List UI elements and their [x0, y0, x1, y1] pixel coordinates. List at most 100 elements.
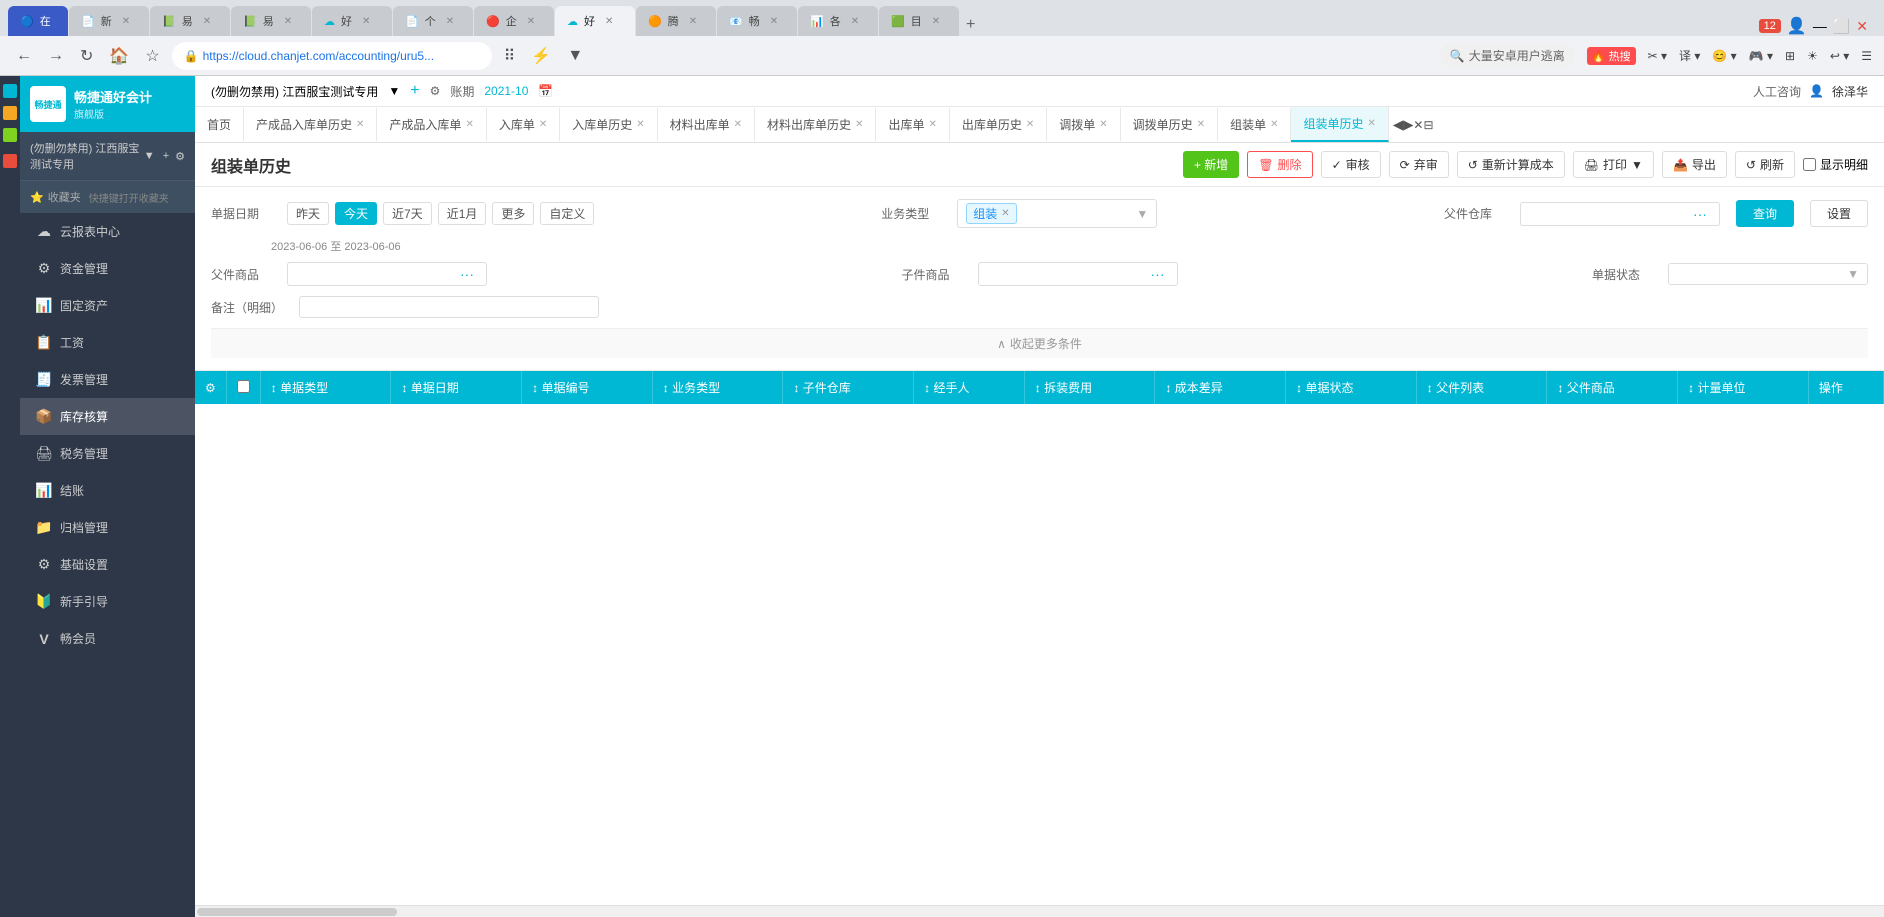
sidebar-header[interactable]: 畅捷通 畅捷通好会计 旗舰版 [20, 76, 195, 132]
col-biz-type[interactable]: ↕ 业务类型 [652, 371, 783, 404]
col-parent-list[interactable]: ↕ 父件列表 [1416, 371, 1547, 404]
bookmark-button[interactable]: ☆ [141, 44, 163, 68]
sidebar-icon-1[interactable] [3, 84, 17, 98]
settings-btn[interactable]: 设置 [1810, 200, 1868, 227]
tab-close-3[interactable]: ✕ [203, 16, 211, 27]
print-button[interactable]: 🖨 打印 ▼ [1573, 151, 1654, 178]
game-button[interactable]: 🎮 ▾ [1749, 49, 1773, 63]
nav-tab-close-transfer-hist[interactable]: ✕ [1197, 119, 1205, 130]
browser-tab-5[interactable]: ☁ 好 ✕ [312, 6, 392, 36]
menu-button[interactable]: ☰ [1861, 49, 1872, 63]
profile-icon[interactable]: 👤 [1787, 16, 1807, 36]
date-btn-today[interactable]: 今天 [335, 202, 377, 225]
cut-button[interactable]: ✂ ▾ [1648, 49, 1667, 63]
nav-tab-out-hist[interactable]: 出库单历史 ✕ [950, 108, 1047, 141]
grid-button[interactable]: ⊞ [1785, 49, 1795, 63]
parent-goods-input[interactable]: ··· [287, 262, 487, 286]
lightning-button[interactable]: ⚡ [527, 44, 555, 68]
sidebar-item-invoice[interactable]: 🧾 发票管理 [20, 361, 195, 398]
nav-tab-in-order[interactable]: 入库单 ✕ [487, 108, 560, 141]
nav-tab-prod-in[interactable]: 产成品入库单 ✕ [377, 108, 486, 141]
tabs-close-current[interactable]: ✕ [1413, 118, 1423, 132]
scrollbar-thumb[interactable] [197, 908, 397, 916]
col-child-warehouse[interactable]: ↕ 子件仓库 [783, 371, 914, 404]
approve-button[interactable]: ✓ 审核 [1321, 151, 1381, 178]
tab-close-11[interactable]: ✕ [851, 16, 859, 27]
forward-button[interactable]: → [44, 45, 68, 67]
nav-tab-close-out-hist[interactable]: ✕ [1026, 119, 1034, 130]
sidebar-item-assets[interactable]: 📊 固定资产 [20, 287, 195, 324]
nav-tab-mat-out-hist[interactable]: 材料出库单历史 ✕ [755, 108, 876, 141]
browser-tab-1[interactable]: 🔵 在 [8, 6, 68, 36]
recalculate-button[interactable]: ↺ 重新计算成本 [1457, 151, 1565, 178]
col-date[interactable]: ↕ 单据日期 [391, 371, 522, 404]
browser-tab-11[interactable]: 📊 各 ✕ [798, 6, 878, 36]
sidebar-item-member[interactable]: V 畅会员 [20, 620, 195, 657]
delete-button[interactable]: 🗑 删除 [1247, 151, 1312, 178]
biz-type-filter[interactable]: 组装 ✕ ▼ [957, 199, 1157, 228]
order-status-select[interactable]: ▼ [1668, 263, 1868, 285]
sidebar-item-settle[interactable]: 📊 结账 [20, 472, 195, 509]
nav-tab-home[interactable]: 首页 [195, 108, 244, 141]
browser-tab-7[interactable]: 🔴 企 ✕ [474, 6, 554, 36]
browser-tab-2[interactable]: 📄 新 ✕ [69, 6, 149, 36]
export-button[interactable]: 📤 导出 [1662, 151, 1727, 178]
nav-tab-close-transfer[interactable]: ✕ [1099, 119, 1107, 130]
nav-tab-close-prod-in[interactable]: ✕ [465, 119, 473, 130]
nav-tab-close-mat-out[interactable]: ✕ [734, 119, 742, 130]
browser-tab-8[interactable]: ☁ 好 ✕ [555, 6, 635, 36]
nav-tab-close-in-hist[interactable]: ✕ [636, 119, 644, 130]
parent-warehouse-ellipsis[interactable]: ··· [1689, 206, 1711, 222]
sidebar-icon-4[interactable] [3, 154, 17, 168]
tab-close-12[interactable]: ✕ [932, 16, 940, 27]
maximize-button[interactable]: ⬜ [1833, 18, 1850, 35]
nav-tab-assemble-hist[interactable]: 组装单历史 ✕ [1291, 107, 1388, 142]
query-button[interactable]: 查询 [1736, 200, 1794, 227]
minimize-button[interactable]: — [1813, 18, 1827, 34]
add-button[interactable]: + 新增 [1183, 151, 1239, 178]
col-status[interactable]: ↕ 单据状态 [1286, 371, 1417, 404]
gear-icon-top[interactable]: ⚙ [430, 84, 441, 98]
date-btn-yesterday[interactable]: 昨天 [287, 202, 329, 225]
dropdown-button[interactable]: ▼ [563, 45, 587, 67]
tab-close-8[interactable]: ✕ [605, 16, 613, 27]
refresh-button-page[interactable]: ↺ 刷新 [1735, 151, 1795, 178]
date-btn-custom[interactable]: 自定义 [540, 202, 594, 225]
browser-tab-4[interactable]: 📗 易 ✕ [231, 6, 311, 36]
close-browser-button[interactable]: ✕ [1856, 18, 1868, 35]
history-button[interactable]: ↩ ▾ [1830, 49, 1849, 63]
col-handler[interactable]: ↕ 经手人 [914, 371, 1025, 404]
browser-tab-10[interactable]: 📧 畅 ✕ [717, 6, 797, 36]
order-status-dropdown[interactable]: ▼ [1847, 267, 1859, 281]
parent-warehouse-input[interactable]: ··· [1520, 202, 1720, 226]
sidebar-item-tax[interactable]: 🖨 税务管理 [20, 435, 195, 472]
search-bar[interactable]: 🔍 大量安卓用户逃离 [1440, 43, 1575, 68]
select-all-checkbox[interactable] [237, 380, 250, 393]
hot-search-badge[interactable]: 🔥 热搜 [1587, 47, 1636, 65]
tabs-scroll-left[interactable]: ◀ [1393, 117, 1403, 133]
biz-type-tag-remove[interactable]: ✕ [1001, 208, 1009, 219]
brightness-button[interactable]: ☀ [1807, 49, 1818, 63]
browser-tab-6[interactable]: 📄 个 ✕ [393, 6, 473, 36]
nav-tab-close-in-order[interactable]: ✕ [539, 119, 547, 130]
qr-code-button[interactable]: ⠿ [500, 44, 520, 68]
date-btn-1month[interactable]: 近1月 [438, 202, 487, 225]
sidebar-item-guide[interactable]: 🔰 新手引导 [20, 583, 195, 620]
sidebar-item-reports[interactable]: ☁ 云报表中心 [20, 213, 195, 250]
horizontal-scrollbar[interactable] [195, 905, 1884, 917]
nav-tab-close-prod-in-hist[interactable]: ✕ [356, 119, 364, 130]
favorites-section[interactable]: ⭐ 收藏夹 快捷键打开收藏夹 [20, 181, 195, 213]
nav-tab-transfer-hist[interactable]: 调拨单历史 ✕ [1121, 108, 1218, 141]
show-detail-checkbox[interactable] [1803, 158, 1816, 171]
collapse-bar[interactable]: ∧ 收起更多条件 [211, 328, 1868, 358]
company-selector[interactable]: (勿删勿禁用) 江西服宝测试专用 ▼ + ⚙ [20, 132, 195, 181]
show-detail-label[interactable]: 显示明细 [1803, 156, 1868, 173]
nav-tab-close-assemble[interactable]: ✕ [1270, 119, 1278, 130]
back-button[interactable]: ← [12, 45, 36, 67]
col-unit[interactable]: ↕ 计量单位 [1678, 371, 1809, 404]
service-label[interactable]: 人工咨询 [1753, 83, 1801, 100]
calendar-icon[interactable]: 📅 [538, 84, 553, 98]
nav-tab-in-hist[interactable]: 入库单历史 ✕ [560, 108, 657, 141]
sidebar-item-funds[interactable]: ⚙ 资金管理 [20, 250, 195, 287]
sidebar-item-salary[interactable]: 📋 工资 [20, 324, 195, 361]
